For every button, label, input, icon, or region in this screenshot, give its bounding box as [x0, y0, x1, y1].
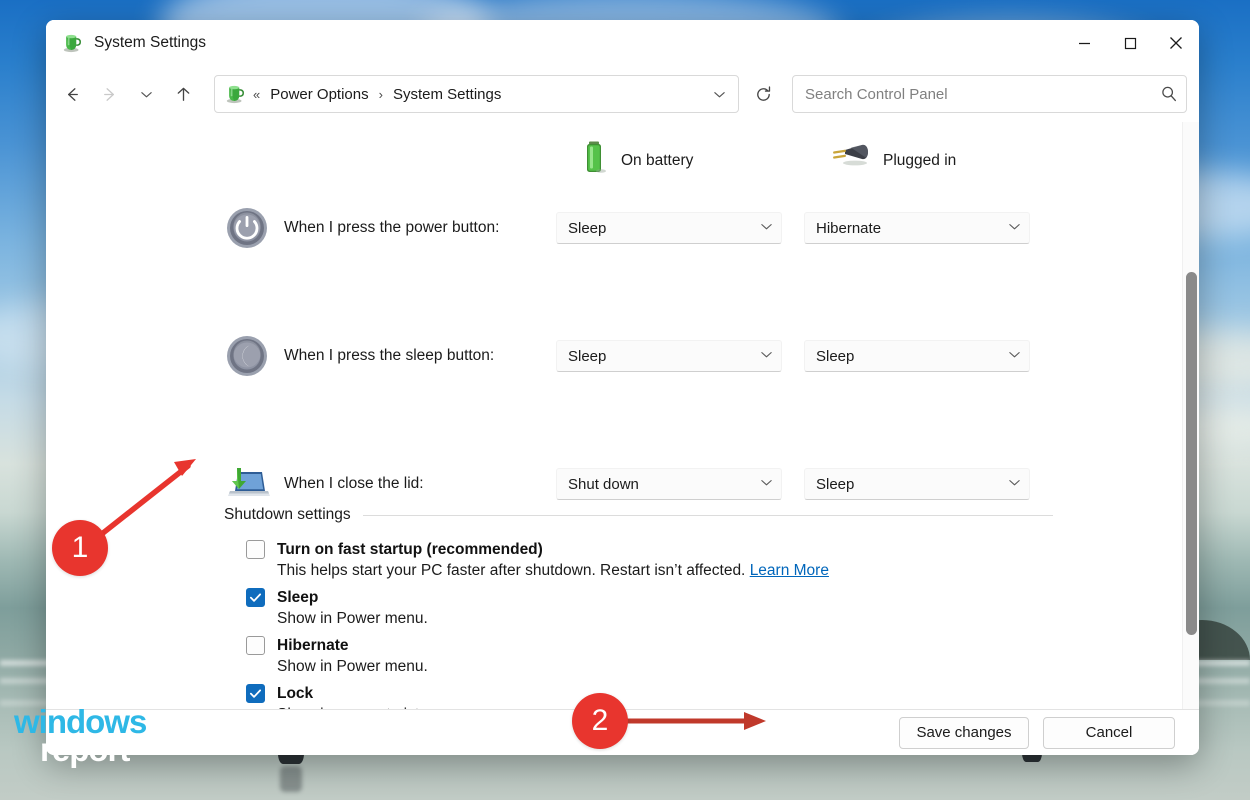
- shutdown-settings-list: Turn on fast startup (recommended) This …: [246, 540, 829, 709]
- lock-row[interactable]: Lock: [246, 684, 829, 703]
- window-title: System Settings: [94, 34, 206, 52]
- setting-row-label: When I close the lid:: [284, 475, 556, 493]
- power-plug-icon: [829, 141, 871, 180]
- dropdown-value: Hibernate: [816, 220, 881, 237]
- setting-row: When I press the power button: Sleep Hib…: [46, 202, 1181, 254]
- checkbox-label: Hibernate: [277, 637, 349, 655]
- navigation-bar: « Power Options › System Settings: [46, 66, 1199, 122]
- sleep-checkbox[interactable]: [246, 588, 265, 607]
- section-title: Shutdown settings: [224, 506, 351, 524]
- breadcrumb-separator: ›: [379, 87, 383, 102]
- maximize-button[interactable]: [1107, 20, 1153, 66]
- column-header-label: On battery: [621, 152, 693, 170]
- dropdown-value: Sleep: [816, 348, 854, 365]
- dropdown-value: Sleep: [816, 476, 854, 493]
- address-dropdown-chevron-down-icon[interactable]: [704, 79, 734, 109]
- hibernate-checkbox[interactable]: [246, 636, 265, 655]
- title-bar-left: System Settings: [46, 32, 206, 54]
- column-header-on-battery: On battery: [579, 140, 829, 181]
- setting-row-label: When I press the power button:: [284, 219, 556, 237]
- title-bar: System Settings: [46, 20, 1199, 66]
- checkbox-label: Turn on fast startup (recommended): [277, 541, 543, 559]
- column-headers: On battery Plugged in: [579, 140, 956, 181]
- lock-checkbox[interactable]: [246, 684, 265, 703]
- setting-row: When I close the lid: Shut down Sleep: [46, 458, 1181, 510]
- learn-more-link[interactable]: Learn More: [750, 562, 829, 579]
- shutdown-settings-section-header: Shutdown settings: [224, 506, 1053, 524]
- sleep-button-battery-dropdown[interactable]: Sleep: [556, 340, 782, 372]
- setting-row-label: When I press the sleep button:: [284, 347, 556, 365]
- save-changes-button[interactable]: Save changes: [899, 717, 1029, 749]
- system-settings-window: System Settings: [46, 20, 1199, 755]
- address-control-panel-cup-icon: [225, 83, 247, 105]
- power-button-plugged-dropdown[interactable]: Hibernate: [804, 212, 1030, 244]
- checkbox-description: Show in Power menu.: [277, 658, 829, 676]
- chevron-down-icon: [760, 476, 773, 492]
- dropdown-value: Sleep: [568, 348, 606, 365]
- recent-locations-chevron-down-icon[interactable]: [128, 75, 165, 113]
- power-button-battery-dropdown[interactable]: Sleep: [556, 212, 782, 244]
- checkbox-label: Sleep: [277, 589, 318, 607]
- window-controls: [1061, 20, 1199, 66]
- description-text: This helps start your PC faster after sh…: [277, 562, 745, 579]
- beach-figure-reflection: [280, 766, 302, 792]
- setting-row: When I press the sleep button: Sleep Sle…: [46, 330, 1181, 382]
- section-divider: [363, 515, 1053, 516]
- checkbox-description: This helps start your PC faster after sh…: [277, 562, 829, 580]
- close-lid-battery-dropdown[interactable]: Shut down: [556, 468, 782, 500]
- chevron-down-icon: [760, 220, 773, 236]
- checkbox-label: Lock: [277, 685, 313, 703]
- back-arrow-icon[interactable]: [54, 75, 91, 113]
- turn-on-fast-startup-checkbox[interactable]: [246, 540, 265, 559]
- up-arrow-icon[interactable]: [165, 75, 202, 113]
- cancel-button[interactable]: Cancel: [1043, 717, 1175, 749]
- sleep-button-plugged-dropdown[interactable]: Sleep: [804, 340, 1030, 372]
- close-lid-icon: [224, 464, 270, 504]
- control-panel-cup-icon: [62, 32, 84, 54]
- chevron-down-icon: [760, 348, 773, 364]
- dropdown-value: Shut down: [568, 476, 639, 493]
- chevron-down-icon: [1008, 348, 1021, 364]
- breadcrumb-overflow[interactable]: «: [253, 87, 260, 102]
- vertical-scrollbar[interactable]: [1182, 122, 1199, 709]
- list-item: Hibernate Show in Power menu.: [246, 636, 829, 676]
- column-header-plugged-in: Plugged in: [829, 140, 956, 181]
- breadcrumb-item-system-settings[interactable]: System Settings: [389, 84, 505, 105]
- dropdown-value: Sleep: [568, 220, 606, 237]
- search-input[interactable]: [805, 86, 1160, 103]
- breadcrumb: « Power Options › System Settings: [253, 84, 704, 105]
- annotation-marker-2: 2: [572, 693, 628, 749]
- minimize-button[interactable]: [1061, 20, 1107, 66]
- address-bar[interactable]: « Power Options › System Settings: [214, 75, 739, 113]
- sleep-button-icon: [224, 335, 270, 377]
- scrollbar-thumb[interactable]: [1186, 272, 1197, 635]
- settings-content: On battery Plugged in: [46, 122, 1199, 709]
- search-box[interactable]: [792, 75, 1187, 113]
- close-button[interactable]: [1153, 20, 1199, 66]
- list-item: Sleep Show in Power menu.: [246, 588, 829, 628]
- annotation-marker-1: 1: [52, 520, 108, 576]
- close-lid-plugged-dropdown[interactable]: Sleep: [804, 468, 1030, 500]
- chevron-down-icon: [1008, 476, 1021, 492]
- list-item: Lock Show in account picture menu.: [246, 684, 829, 709]
- hibernate-row[interactable]: Hibernate: [246, 636, 829, 655]
- column-header-label: Plugged in: [883, 152, 956, 170]
- search-icon[interactable]: [1160, 85, 1178, 103]
- list-item: Turn on fast startup (recommended) This …: [246, 540, 829, 580]
- sleep-row[interactable]: Sleep: [246, 588, 829, 607]
- fast-startup-row[interactable]: Turn on fast startup (recommended): [246, 540, 829, 559]
- power-button-icon: [224, 207, 270, 249]
- breadcrumb-item-power-options[interactable]: Power Options: [266, 84, 372, 105]
- chevron-down-icon: [1008, 220, 1021, 236]
- battery-icon: [579, 140, 609, 181]
- forward-arrow-icon[interactable]: [91, 75, 128, 113]
- checkbox-description: Show in Power menu.: [277, 610, 829, 628]
- refresh-icon[interactable]: [745, 75, 782, 113]
